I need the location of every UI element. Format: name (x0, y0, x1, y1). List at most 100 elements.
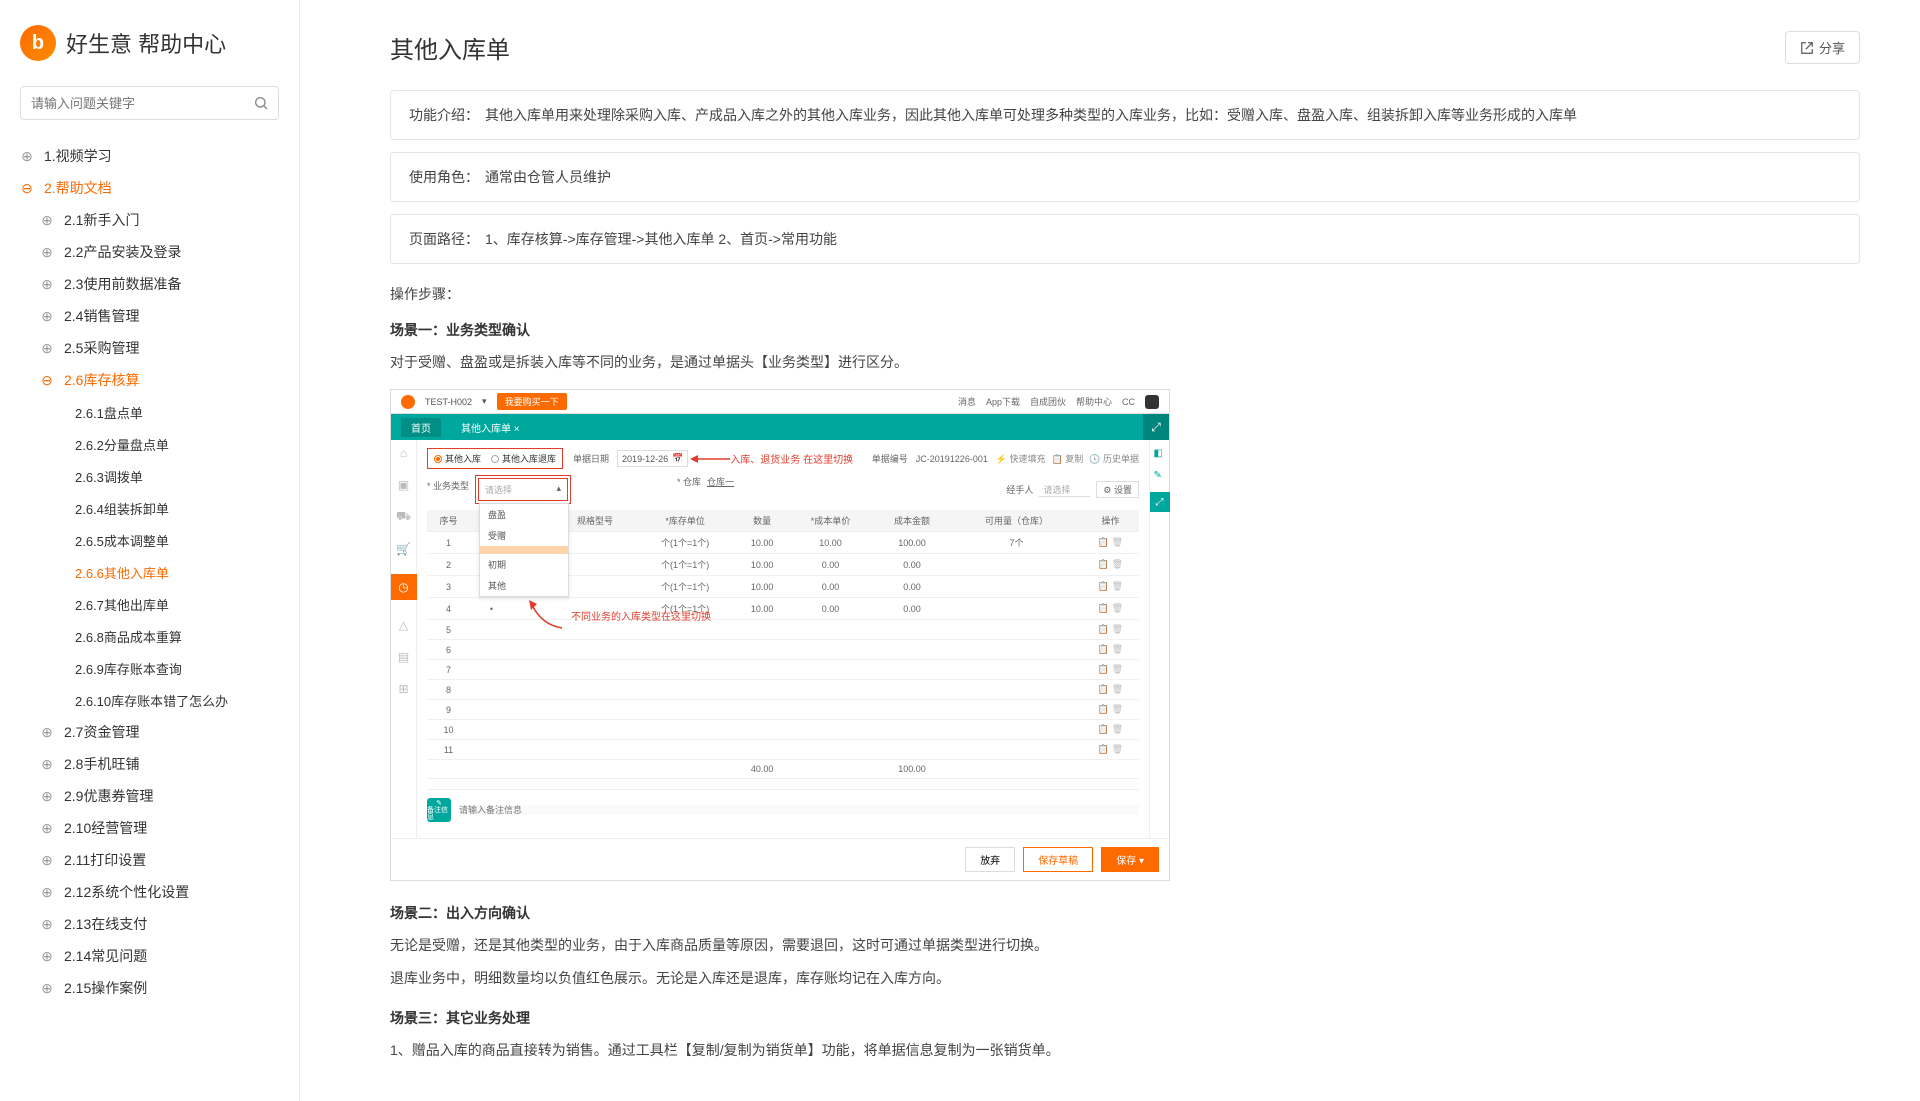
logo-block: b 好生意 帮助中心 (20, 25, 279, 61)
nav-item-label: 2.6.3调拨单 (75, 467, 143, 486)
role-label: 使用角色： (409, 169, 479, 185)
nav-item[interactable]: 2.6.3调拨单 (20, 460, 279, 492)
emb-annotation-2: 不同业务的入库类型在这里切换 (527, 600, 711, 630)
emb-dropdown-highlight: 请选择 ▴ 盘盈受赠初期其他 (475, 475, 571, 504)
tool-icon-1: ◧ (1154, 448, 1166, 460)
scene1-text: 对于受赠、盘盈或是拆装入库等不同的业务，是通过单据头【业务类型】进行区分。 (390, 350, 1860, 375)
role-box: 使用角色：通常由仓管人员维护 (390, 152, 1860, 202)
emb-remark-input (459, 805, 1139, 815)
nav-item[interactable]: ⊕2.10经营管理 (20, 812, 279, 844)
path-box: 页面路径：1、库存核算->库存管理->其他入库单 2、首页->常用功能 (390, 214, 1860, 264)
minus-circle-icon: ⊖ (40, 373, 54, 387)
search-input[interactable] (20, 86, 279, 120)
nav-item-label: 2.11打印设置 (64, 850, 146, 870)
lock-icon: △ (397, 618, 411, 632)
nav-item[interactable]: ⊖2.帮助文档 (20, 172, 279, 204)
nav-item-label: 2.9优惠券管理 (64, 786, 153, 806)
nav-item[interactable]: 2.6.9库存账本查询 (20, 652, 279, 684)
nav-item[interactable]: ⊕ 2.13在线支付 (20, 908, 279, 940)
emb-dropdown-list: 盘盈受赠初期其他 (479, 503, 569, 597)
scene3-text: 1、赠品入库的商品直接转为销售。通过工具栏【复制/复制为销货单】功能，将单据信息… (390, 1038, 1860, 1063)
scene3-title: 场景三：其它业务处理 (390, 1008, 1860, 1028)
nav-item[interactable]: 2.6.6其他入库单 (20, 556, 279, 588)
plus-circle-icon: ⊕ (40, 853, 54, 867)
nav-item[interactable]: ⊖ 2.6库存核算 (20, 364, 279, 396)
plus-circle-icon: ⊕ (40, 885, 54, 899)
nav-item[interactable]: ⊕ 2.9优惠券管理 (20, 780, 279, 812)
steps-label: 操作步骤： (390, 284, 1860, 304)
table-row: 10📋 🗑 (427, 720, 1139, 740)
arrow-left-icon (690, 452, 730, 466)
emb-tab-doc: 其他入库单 × (451, 418, 530, 437)
share-button[interactable]: 分享 (1785, 31, 1860, 64)
nav-item[interactable]: ⊕ 2.11打印设置 (20, 844, 279, 876)
chevron-down-icon: ▾ (482, 396, 487, 407)
nav-item[interactable]: 2.6.1盘点单 (20, 396, 279, 428)
table-row: 6📋 🗑 (427, 640, 1139, 660)
nav-item-label: 2.6.1盘点单 (75, 403, 143, 422)
nav-item-label: 2.1新手入门 (64, 210, 139, 230)
nav-item[interactable]: ⊕2.5采购管理 (20, 332, 279, 364)
table-row: 9📋 🗑 (427, 700, 1139, 720)
nav-item-label: 2.4销售管理 (64, 306, 139, 326)
box-icon: ▣ (397, 478, 411, 492)
nav-item[interactable]: ⊕ 2.1新手入门 (20, 204, 279, 236)
plus-circle-icon: ⊕ (40, 917, 54, 931)
home-icon: ⌂ (397, 446, 411, 460)
nav-item[interactable]: ⊕2.4销售管理 (20, 300, 279, 332)
nav-item[interactable]: ⊕2.2产品安装及登录 (20, 236, 279, 268)
plus-circle-icon: ⊕ (40, 821, 54, 835)
nav-item-label: 2.5采购管理 (64, 338, 139, 358)
emb-biztype-select: 请选择 ▴ 盘盈受赠初期其他 (478, 478, 568, 501)
plus-circle-icon: ⊕ (40, 981, 54, 995)
share-icon (1800, 41, 1814, 55)
emb-radio-group: 其他入库 其他入库退库 (427, 448, 563, 469)
nav-item[interactable]: ⊕ 2.7资金管理 (20, 716, 279, 748)
nav-item[interactable]: 2.6.4组装拆卸单 (20, 492, 279, 524)
plus-circle-icon: ⊕ (40, 213, 54, 227)
nav-item[interactable]: ⊕2.12系统个性化设置 (20, 876, 279, 908)
nav-item[interactable]: 2.6.8商品成本重算 (20, 620, 279, 652)
nav-item[interactable]: ⊕1.视频学习 (20, 140, 279, 172)
nav-item-label: 2.7资金管理 (64, 722, 139, 742)
nav-item[interactable]: 2.6.2分量盘点单 (20, 428, 279, 460)
emb-tabs: 首页 其他入库单 × ⤢ (391, 414, 1169, 440)
search-icon (253, 95, 269, 111)
share-label: 分享 (1819, 38, 1845, 57)
nav-item[interactable]: ⊕2.8手机旺铺 (20, 748, 279, 780)
emb-date-field: 2019-12-26 📅 (617, 450, 688, 467)
plus-circle-icon: ⊕ (40, 789, 54, 803)
emb-remark-row: ✎备注信息 (427, 789, 1139, 830)
emb-logo-icon (401, 395, 415, 409)
emb-save-button: 保存 ▾ (1101, 847, 1159, 872)
chart-icon: ▤ (397, 650, 411, 664)
nav-item[interactable]: 2.6.10库存账本错了怎么办 (20, 684, 279, 716)
nav-item-label: 2.6.4组装拆卸单 (75, 499, 169, 518)
logo-icon: b (20, 25, 56, 61)
cart-icon: 🛒 (397, 542, 411, 556)
search-wrap (20, 86, 279, 120)
plus-circle-icon: ⊕ (20, 149, 34, 163)
plus-circle-icon: ⊕ (40, 277, 54, 291)
nav-item[interactable]: ⊕2.14常见问题 (20, 940, 279, 972)
scene2-text2: 退库业务中，明细数量均以负值红色展示。无论是入库还是退库，库存账均记在入库方向。 (390, 966, 1860, 991)
app-icon: ⊞ (397, 682, 411, 696)
emb-radio-return: 其他入库退库 (491, 452, 556, 465)
nav-item-label: 2.6.5成本调整单 (75, 531, 169, 550)
table-row: 8📋 🗑 (427, 680, 1139, 700)
nav-item[interactable]: ⊕2.15操作案例 (20, 972, 279, 1004)
nav-item[interactable]: 2.6.5成本调整单 (20, 524, 279, 556)
nav-item-label: 2.6.6其他入库单 (75, 563, 169, 582)
minus-circle-icon: ⊖ (20, 181, 34, 195)
emb-test-label: TEST-H002 (425, 397, 472, 407)
nav-item-label: 2.6库存核算 (64, 370, 139, 390)
nav-item-label: 2.6.7其他出库单 (75, 595, 169, 614)
emb-topbar: TEST-H002 ▾ 我要购买一下 消息App下载自成团伙帮助中心CC (391, 390, 1169, 414)
nav-item-label: 2.13在线支付 (64, 914, 147, 934)
emb-discard-button: 放弃 (965, 847, 1015, 872)
avatar-icon (1145, 395, 1159, 409)
plus-circle-icon: ⊕ (40, 725, 54, 739)
nav-item[interactable]: ⊕2.3使用前数据准备 (20, 268, 279, 300)
logo-text: 好生意 帮助中心 (66, 27, 226, 59)
nav-item[interactable]: 2.6.7其他出库单 (20, 588, 279, 620)
